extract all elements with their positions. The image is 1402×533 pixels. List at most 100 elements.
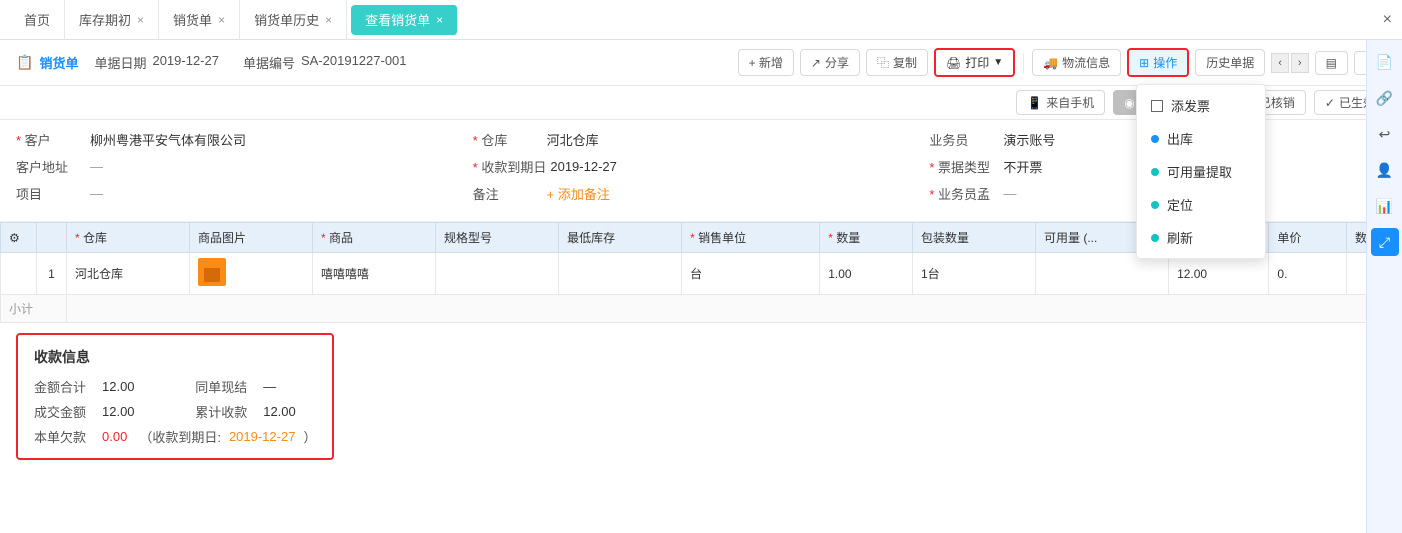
arrears-bracket: ） <box>303 427 316 446</box>
warehouse-label: 仓库 <box>473 130 543 149</box>
row-quantity: 1.00 <box>820 253 913 295</box>
row-pack-qty: 1台 <box>912 253 1035 295</box>
payment-title: 收款信息 <box>34 347 316 367</box>
address-field: 客户地址 — <box>16 157 473 176</box>
address-value: — <box>86 159 107 174</box>
row-spec <box>436 253 559 295</box>
global-close-button[interactable]: × <box>1383 11 1392 29</box>
prev-button[interactable]: ‹ <box>1271 53 1289 73</box>
doc-icon: 📋 <box>16 54 33 71</box>
subtotal-label: 小计 <box>1 295 67 323</box>
tab-home[interactable]: 首页 <box>10 0 65 40</box>
dropdown-available-qty[interactable]: 可用量提取 <box>1137 155 1265 188</box>
staff-label: 业务员 <box>929 130 999 149</box>
history-button[interactable]: 历史单据 <box>1195 49 1265 76</box>
add-remark-btn[interactable]: + 添加备注 <box>543 184 614 203</box>
subtotal-values <box>67 295 1402 323</box>
dropdown-locate[interactable]: 定位 <box>1137 188 1265 221</box>
ticket-label: 票据类型 <box>929 157 999 176</box>
copy-button[interactable]: ⿻ 复制 <box>866 49 928 76</box>
next-button[interactable]: › <box>1291 53 1309 73</box>
same-order-label: 同单现结 <box>195 377 255 396</box>
tab-inventory-close[interactable]: × <box>137 13 144 27</box>
col-settings: ⚙ <box>1 223 37 253</box>
row-settings <box>1 253 37 295</box>
tab-view-close[interactable]: × <box>436 13 443 27</box>
project-value: — <box>86 186 107 201</box>
doc-number-label: 单据编号 SA-20191227-001 <box>243 53 407 72</box>
total-value: 12.00 <box>102 379 135 394</box>
locate-icon <box>1151 201 1159 209</box>
cumulative-row: 累计收款 12.00 <box>195 402 316 421</box>
total-row: 金额合计 12.00 <box>34 377 155 396</box>
dropdown-refresh[interactable]: 刷新 <box>1137 221 1265 254</box>
row-product: 嘻嘻嘻嘻 <box>313 253 436 295</box>
arrears-value: 0.00 <box>102 429 127 444</box>
payment-area: 收款信息 金额合计 12.00 同单现结 — 成交金额 12.00 <box>0 323 1402 470</box>
col-min-stock: 最低库存 <box>559 223 682 253</box>
operation-button[interactable]: ⊞ 操作 <box>1127 48 1189 77</box>
payment-grid: 金额合计 12.00 同单现结 — 成交金额 12.00 累计收款 12.00 <box>34 377 316 446</box>
tab-history-label: 销货单历史 <box>254 10 319 29</box>
tab-view-sales[interactable]: 查看销货单 × <box>351 5 458 35</box>
same-order-row: 同单现结 — <box>195 377 316 396</box>
tab-inventory-label: 库存期初 <box>79 10 131 29</box>
not-open-icon: ◉ <box>1124 96 1134 110</box>
col-spec: 规格型号 <box>436 223 559 253</box>
dropdown-outbound[interactable]: 出库 <box>1137 122 1265 155</box>
col-product: * 商品 <box>313 223 436 253</box>
row-num: 1 <box>37 253 67 295</box>
sidebar-return-icon[interactable]: ↩ <box>1371 120 1399 148</box>
print-button[interactable]: 🖨 打印 ▼ <box>934 48 1015 77</box>
col-pack-qty: 包装数量 <box>912 223 1035 253</box>
tab-sales-history[interactable]: 销货单历史 × <box>240 0 347 40</box>
mobile-source-button[interactable]: 📱 来自手机 <box>1016 90 1105 115</box>
same-order-value: — <box>263 379 276 394</box>
duedate-value: 2019-12-27 <box>546 159 621 174</box>
cumulative-label: 累计收款 <box>195 402 255 421</box>
cumulative-value: 12.00 <box>263 404 296 419</box>
doc-date-label: 单据日期 2019-12-27 <box>94 53 219 72</box>
doc-title-text: 销货单 <box>39 53 78 72</box>
logistics-icon: 🚚 <box>1043 56 1058 70</box>
right-sidebar: 📄 🔗 ↩ 👤 📊 ⤢ <box>1366 40 1402 533</box>
doc-title: 📋 销货单 <box>16 53 78 72</box>
sales-staff-value: — <box>999 186 1020 201</box>
customer-field: 客户 柳州粤港平安气体有限公司 <box>16 130 473 149</box>
new-button[interactable]: + 新增 <box>738 49 794 76</box>
row-warehouse: 河北仓库 <box>67 253 190 295</box>
list-view-icon: ▤ <box>1326 56 1337 70</box>
tab-sales-order[interactable]: 销货单 × <box>159 0 240 40</box>
customer-label: 客户 <box>16 130 86 149</box>
col-product-img: 商品图片 <box>190 223 313 253</box>
doc-header: 📋 销货单 单据日期 2019-12-27 单据编号 SA-20191227-0… <box>0 40 1402 86</box>
sales-staff-label: 业务员孟 <box>929 184 999 203</box>
tab-sales-close[interactable]: × <box>218 13 225 27</box>
tab-inventory-init[interactable]: 库存期初 × <box>65 0 159 40</box>
add-invoice-icon <box>1151 100 1163 112</box>
ticket-value: 不开票 <box>999 157 1046 176</box>
dropdown-add-invoice[interactable]: 添发票 <box>1137 89 1265 122</box>
print-icon: 🖨 <box>946 56 961 70</box>
outbound-icon <box>1151 135 1159 143</box>
sidebar-link-icon[interactable]: 🔗 <box>1371 84 1399 112</box>
col-num <box>37 223 67 253</box>
mobile-icon: 📱 <box>1027 96 1042 110</box>
sidebar-expand-icon[interactable]: ⤢ <box>1371 228 1399 256</box>
share-button[interactable]: ↗ 分享 <box>800 49 860 76</box>
row-price: 0. <box>1269 253 1347 295</box>
list-view-button[interactable]: ▤ <box>1315 51 1348 75</box>
project-label: 项目 <box>16 184 86 203</box>
sidebar-doc-icon[interactable]: 📄 <box>1371 48 1399 76</box>
logistics-button[interactable]: 🚚 物流信息 <box>1032 49 1121 76</box>
tab-sales-label: 销货单 <box>173 10 212 29</box>
project-field: 项目 — <box>16 184 473 203</box>
sidebar-chart-icon[interactable]: 📊 <box>1371 192 1399 220</box>
effective-icon: ✓ <box>1325 96 1335 110</box>
tab-history-close[interactable]: × <box>325 13 332 27</box>
arrears-row: 本单欠款 0.00 （收款到期日: 2019-12-27 ） <box>34 427 316 446</box>
sidebar-user-icon[interactable]: 👤 <box>1371 156 1399 184</box>
arrears-due-date: 2019-12-27 <box>229 429 296 444</box>
row-product-img <box>190 253 313 295</box>
transaction-row: 成交金额 12.00 <box>34 402 155 421</box>
